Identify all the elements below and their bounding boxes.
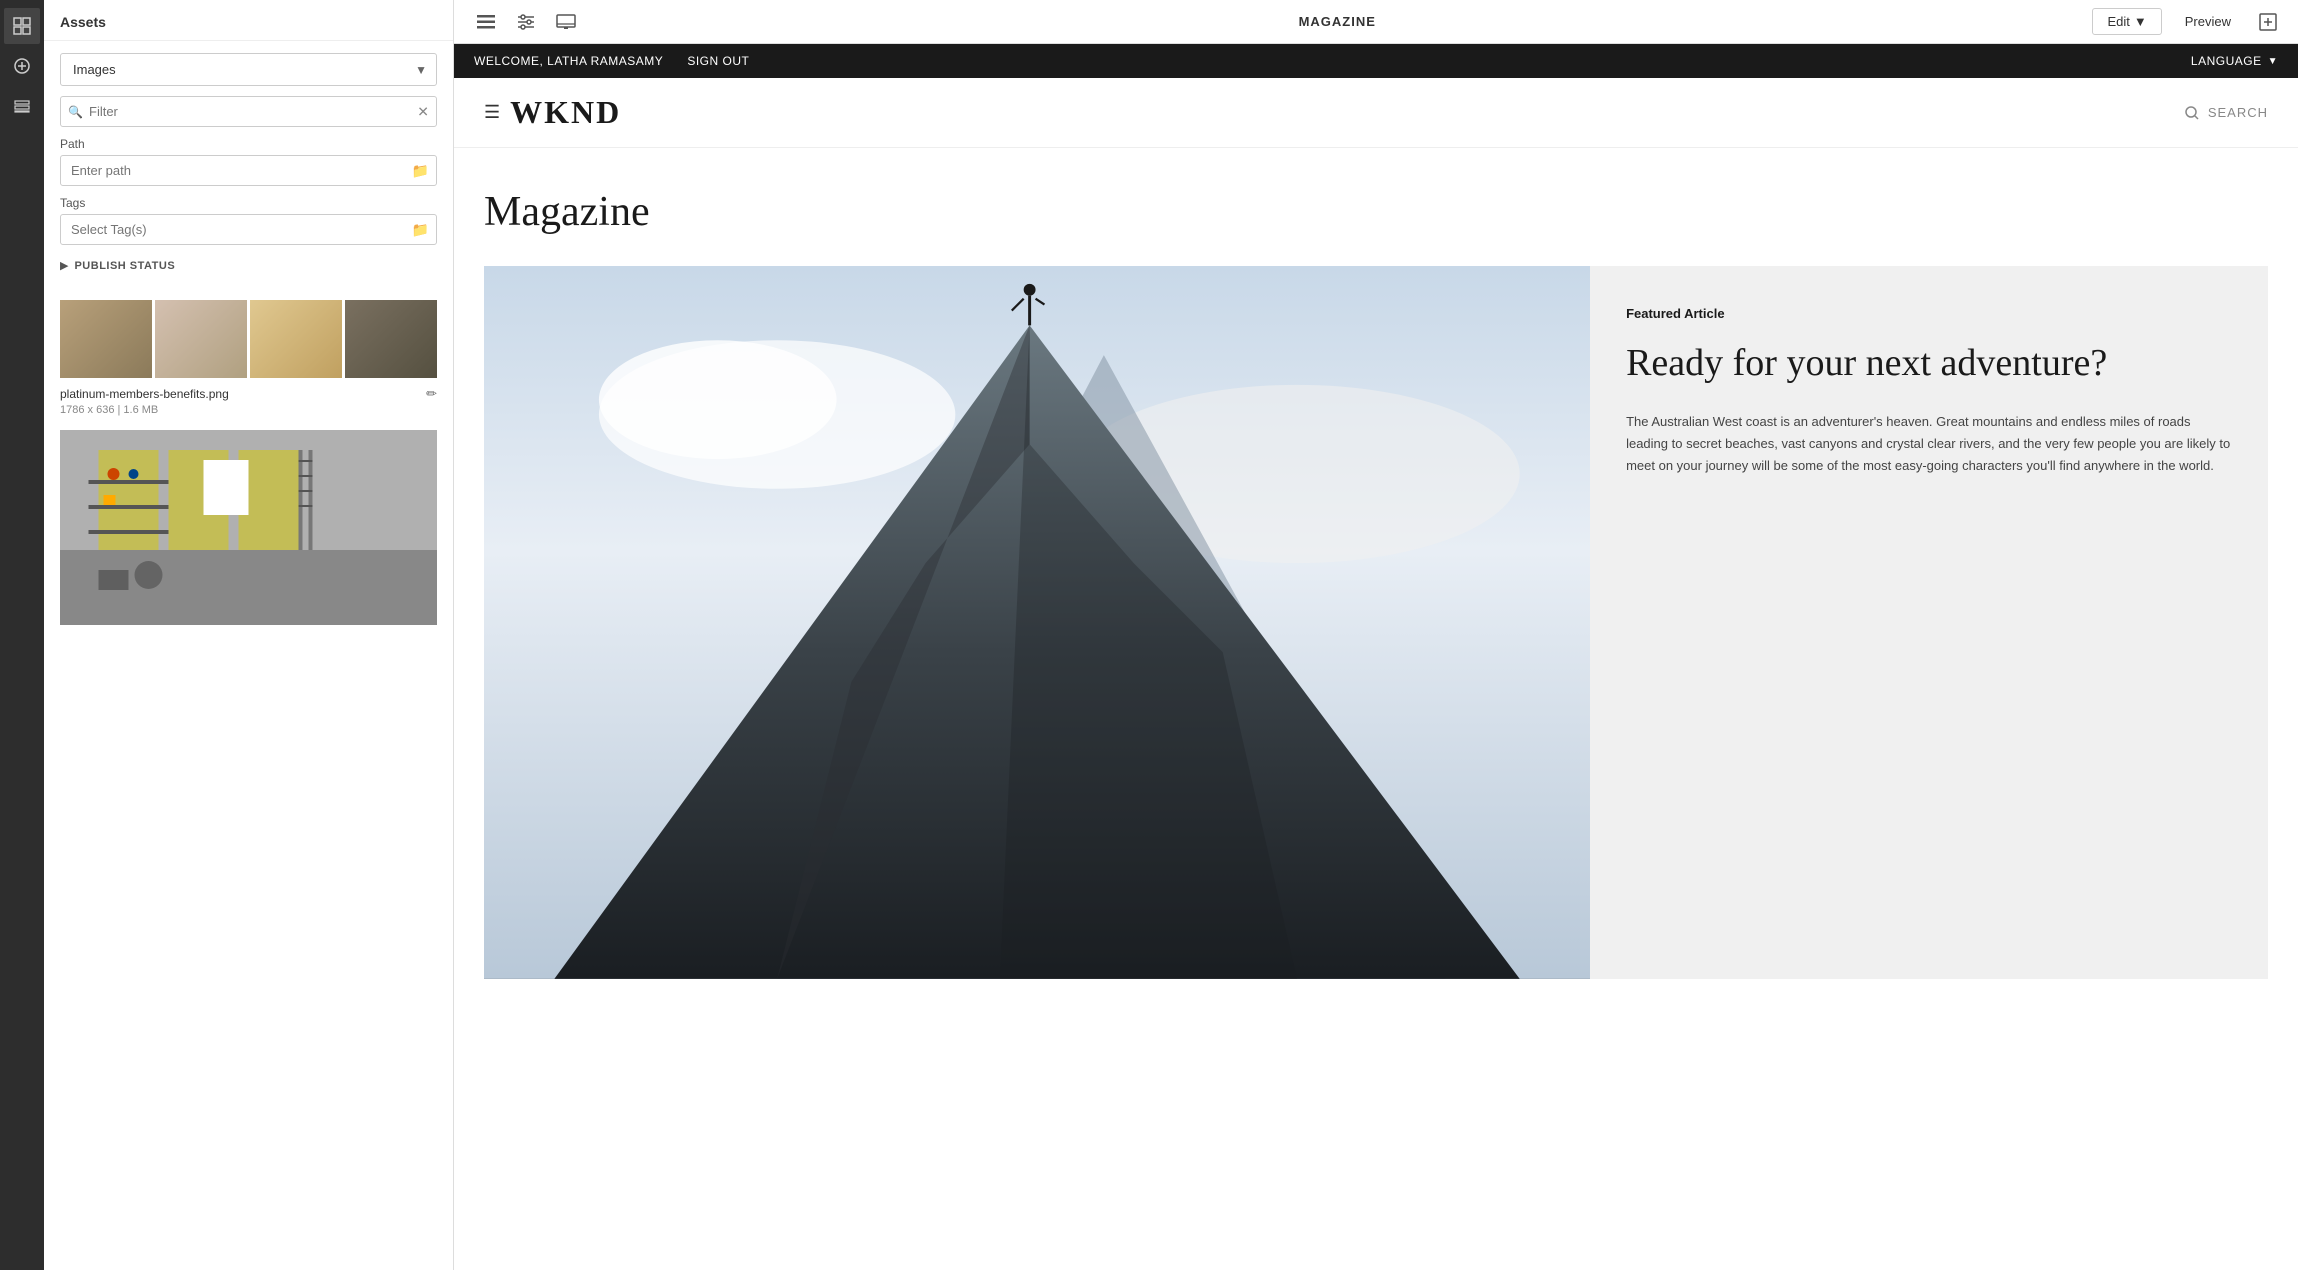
site-nav-right: LANGUAGE ▼ xyxy=(2191,54,2278,68)
path-input-wrapper: 📁 xyxy=(60,155,437,186)
strip-thumb-4[interactable] xyxy=(345,300,437,378)
assets-panel: Assets Images Documents Videos ▼ 🔍 ✕ Pat… xyxy=(44,0,454,1270)
welcome-text: WELCOME, LATHA RAMASAMY xyxy=(474,54,663,68)
tags-field: Tags 📁 xyxy=(60,196,437,245)
filter-clear-icon[interactable]: ✕ xyxy=(417,103,429,120)
preview-button[interactable]: Preview xyxy=(2170,8,2246,35)
publish-chevron-icon: ▶ xyxy=(60,259,68,272)
edit-dropdown-arrow-icon: ▼ xyxy=(2134,14,2147,29)
strip-thumb-1[interactable] xyxy=(60,300,152,378)
responsive-btn[interactable] xyxy=(550,6,582,38)
featured-text-panel: Featured Article Ready for your next adv… xyxy=(1590,266,2268,979)
assets-controls: Images Documents Videos ▼ 🔍 ✕ Path 📁 Tag… xyxy=(44,41,453,288)
strip-thumb-3[interactable] xyxy=(250,300,342,378)
path-input[interactable] xyxy=(60,155,437,186)
site-header: ☰ WKND SEARCH xyxy=(454,78,2298,148)
search-label: SEARCH xyxy=(2208,105,2268,120)
page-title: Magazine xyxy=(484,188,2268,236)
asset-meta: 1786 x 636 | 1.6 MB xyxy=(60,404,437,416)
layers-toolbar-btn[interactable] xyxy=(4,88,40,124)
tags-input[interactable] xyxy=(60,214,437,245)
top-bar-left xyxy=(470,6,582,38)
site-nav-bar: WELCOME, LATHA RAMASAMY SIGN OUT LANGUAG… xyxy=(454,44,2298,78)
path-folder-icon[interactable]: 📁 xyxy=(412,162,429,179)
asset-name: platinum-members-benefits.png xyxy=(60,387,229,401)
publish-icon-btn[interactable] xyxy=(2254,8,2282,36)
path-label: Path xyxy=(60,137,437,151)
top-bar: MAGAZINE Edit ▼ Preview xyxy=(454,0,2298,44)
page-content: Magazine xyxy=(454,148,2298,1019)
asset-info-row: platinum-members-benefits.png ✏ xyxy=(60,386,437,402)
add-toolbar-btn[interactable] xyxy=(4,48,40,84)
assets-panel-header: Assets xyxy=(44,0,453,41)
featured-body: The Australian West coast is an adventur… xyxy=(1626,411,2232,477)
sidebar-toggle-btn[interactable] xyxy=(470,6,502,38)
hamburger-icon[interactable]: ☰ xyxy=(484,102,500,123)
site-nav-links: WELCOME, LATHA RAMASAMY SIGN OUT xyxy=(474,54,749,68)
tags-folder-icon[interactable]: 📁 xyxy=(412,221,429,238)
asset-thumb-large[interactable] xyxy=(60,430,437,625)
sign-out-link[interactable]: SIGN OUT xyxy=(687,54,749,68)
assets-grid: platinum-members-benefits.png ✏ 1786 x 6… xyxy=(44,288,453,1270)
publish-status-row[interactable]: ▶ PUBLISH STATUS xyxy=(60,255,437,276)
featured-headline: Ready for your next adventure? xyxy=(1626,341,2232,387)
main-area: MAGAZINE Edit ▼ Preview WELCOME, LATHA R… xyxy=(454,0,2298,1270)
tags-label: Tags xyxy=(60,196,437,210)
filter-search-icon: 🔍 xyxy=(68,105,83,119)
publish-status-label: PUBLISH STATUS xyxy=(74,260,175,272)
settings-btn[interactable] xyxy=(510,6,542,38)
left-toolbar xyxy=(0,0,44,1270)
images-dropdown[interactable]: Images Documents Videos xyxy=(60,53,437,86)
filter-input[interactable] xyxy=(60,96,437,127)
assets-toolbar-btn[interactable] xyxy=(4,8,40,44)
featured-section: Featured Article Ready for your next adv… xyxy=(484,266,2268,979)
language-label[interactable]: LANGUAGE xyxy=(2191,54,2262,68)
site-logo: WKND xyxy=(510,94,621,131)
strip-thumb-2[interactable] xyxy=(155,300,247,378)
edit-button[interactable]: Edit ▼ xyxy=(2092,8,2161,35)
site-search[interactable]: SEARCH xyxy=(2184,105,2268,121)
featured-label: Featured Article xyxy=(1626,306,2232,321)
site-logo-area: ☰ WKND xyxy=(484,94,621,131)
path-field: Path 📁 xyxy=(60,137,437,186)
images-dropdown-wrapper: Images Documents Videos ▼ xyxy=(60,53,437,86)
asset-strip xyxy=(60,300,437,378)
page-name: MAGAZINE xyxy=(1299,14,1376,29)
preview-area: WELCOME, LATHA RAMASAMY SIGN OUT LANGUAG… xyxy=(454,44,2298,1270)
featured-image xyxy=(484,266,1590,979)
top-bar-right: Edit ▼ Preview xyxy=(2092,8,2282,36)
language-dropdown-icon: ▼ xyxy=(2268,56,2278,67)
tags-input-wrapper: 📁 xyxy=(60,214,437,245)
assets-title: Assets xyxy=(60,14,106,30)
filter-wrapper: 🔍 ✕ xyxy=(60,96,437,127)
asset-edit-icon[interactable]: ✏ xyxy=(426,386,437,402)
